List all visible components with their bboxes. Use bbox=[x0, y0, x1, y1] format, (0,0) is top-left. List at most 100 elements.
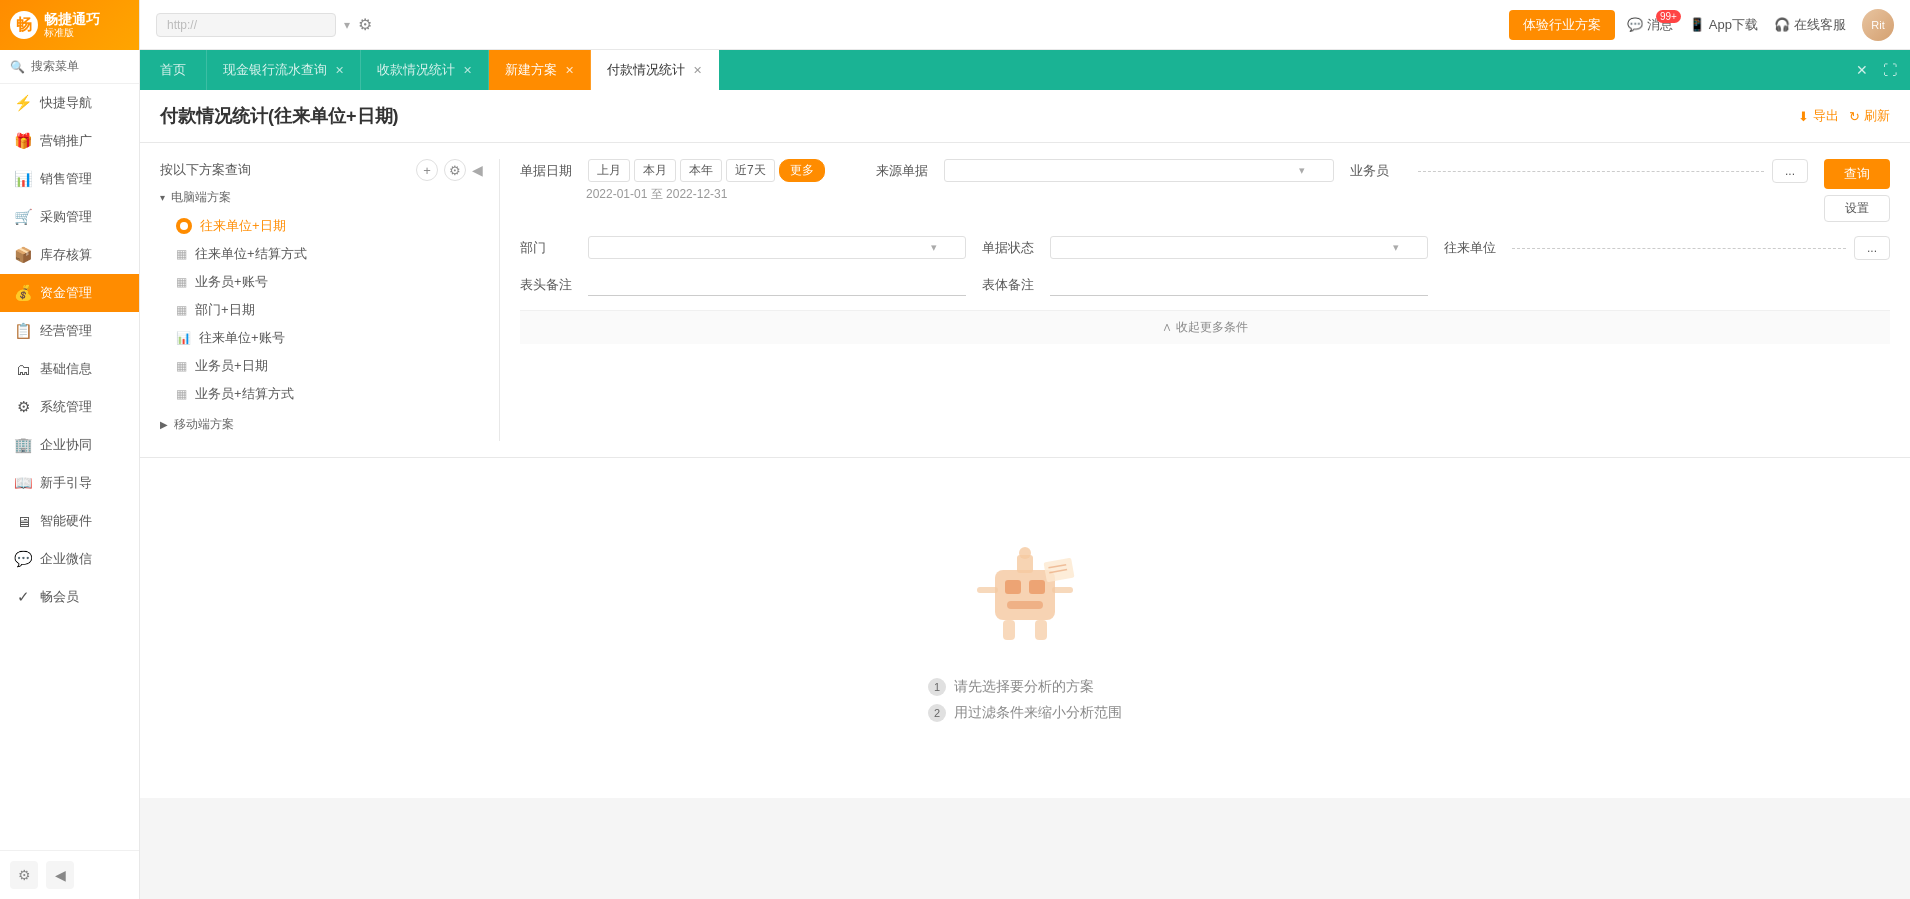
tab-close-all-btn[interactable]: ✕ bbox=[1850, 58, 1874, 82]
scheme-table-icon-1: ▦ bbox=[176, 247, 187, 261]
message-btn[interactable]: 💬 消息 99+ bbox=[1627, 16, 1673, 34]
scheme-active-icon bbox=[176, 218, 192, 234]
sidebar-collapse-btn[interactable]: ◀ bbox=[46, 861, 74, 889]
sidebar-settings-btn[interactable]: ⚙ bbox=[10, 861, 38, 889]
sidebar-item-inventory[interactable]: 📦 库存核算 bbox=[0, 236, 139, 274]
sidebar-search[interactable]: 🔍 搜索菜单 bbox=[0, 50, 139, 84]
sidebar-item-system[interactable]: ⚙ 系统管理 bbox=[0, 388, 139, 426]
date-filter: 单据日期 上月 本月 本年 近7天 更多 bbox=[520, 159, 860, 182]
tab-home[interactable]: 首页 bbox=[140, 50, 207, 90]
operation-icon: 📋 bbox=[14, 322, 32, 340]
tab-bank-flow[interactable]: 现金银行流水查询 ✕ bbox=[207, 50, 361, 90]
date-btn-this-month[interactable]: 本月 bbox=[634, 159, 676, 182]
export-btn[interactable]: ⬇ 导出 bbox=[1798, 107, 1839, 125]
sidebar-header: 畅 畅捷通巧 标准版 bbox=[0, 0, 139, 50]
svg-rect-2 bbox=[1029, 580, 1045, 594]
system-icon: ⚙ bbox=[14, 398, 32, 416]
page-header: 付款情况统计(往来单位+日期) ⬇ 导出 ↻ 刷新 bbox=[140, 90, 1910, 143]
sidebar-item-hardware[interactable]: 🖥 智能硬件 bbox=[0, 502, 139, 540]
dept-select[interactable]: ▾ bbox=[588, 236, 966, 259]
tab-close-new-scheme[interactable]: ✕ bbox=[565, 64, 574, 77]
sidebar-item-quick-nav[interactable]: ⚡ 快捷导航 bbox=[0, 84, 139, 122]
empty-tips: 1 请先选择要分析的方案 2 用过滤条件来缩小分析范围 bbox=[928, 678, 1122, 722]
address-bar[interactable]: http:// bbox=[156, 13, 336, 37]
sales-icon: 📊 bbox=[14, 170, 32, 188]
staff-more-btn[interactable]: ... bbox=[1772, 159, 1808, 183]
sidebar-item-operation[interactable]: 📋 经营管理 bbox=[0, 312, 139, 350]
scheme-item-dept-date[interactable]: ▦ 部门+日期 bbox=[160, 296, 483, 324]
basic-info-icon: 🗂 bbox=[14, 361, 32, 378]
scheme-panel: 按以下方案查询 + ⚙ ◀ ▾ 电脑端方案 bbox=[160, 159, 500, 441]
scheme-add-btn[interactable]: + bbox=[416, 159, 438, 181]
svg-rect-10 bbox=[1043, 557, 1074, 582]
sidebar-item-finance[interactable]: 💰 资金管理 bbox=[0, 274, 139, 312]
tab-payment-stat[interactable]: 付款情况统计 ✕ bbox=[591, 50, 719, 90]
scheme-table-icon-5: ▦ bbox=[176, 387, 187, 401]
pc-group-title[interactable]: ▾ 电脑端方案 bbox=[160, 189, 483, 206]
date-options: 上月 本月 本年 近7天 更多 bbox=[588, 159, 825, 182]
online-service-btn[interactable]: 🎧 在线客服 bbox=[1774, 16, 1846, 34]
sidebar-item-purchase[interactable]: 🛒 采购管理 bbox=[0, 198, 139, 236]
headset-icon: 🎧 bbox=[1774, 17, 1790, 32]
date-btn-more[interactable]: 更多 bbox=[779, 159, 825, 182]
action-btns: 查询 设置 bbox=[1824, 159, 1890, 222]
scheme-item-staff-settle[interactable]: ▦ 业务员+结算方式 bbox=[160, 380, 483, 408]
doc-status-select[interactable]: ▾ bbox=[1050, 236, 1428, 259]
date-btn-last-month[interactable]: 上月 bbox=[588, 159, 630, 182]
scheme-item-staff-date[interactable]: ▦ 业务员+日期 bbox=[160, 352, 483, 380]
tab-close-payment-stat[interactable]: ✕ bbox=[693, 64, 702, 77]
mobile-group-title[interactable]: ▶ 移动端方案 bbox=[160, 416, 483, 433]
scheme-item-unit-date[interactable]: 往来单位+日期 bbox=[160, 212, 483, 240]
tab-new-scheme[interactable]: 新建方案 ✕ bbox=[489, 50, 591, 90]
mobile-group-arrow-icon: ▶ bbox=[160, 419, 168, 430]
scheme-item-unit-account[interactable]: 📊 往来单位+账号 bbox=[160, 324, 483, 352]
user-avatar[interactable]: Rit bbox=[1862, 9, 1894, 41]
sidebar-item-vip[interactable]: ✓ 畅会员 bbox=[0, 578, 139, 616]
scheme-collapse-btn[interactable]: ◀ bbox=[472, 162, 483, 178]
sidebar-item-enterprise[interactable]: 🏢 企业协同 bbox=[0, 426, 139, 464]
refresh-btn[interactable]: ↻ 刷新 bbox=[1849, 107, 1890, 125]
sidebar-item-guide[interactable]: 📖 新手引导 bbox=[0, 464, 139, 502]
filter-row-1: 单据日期 上月 本月 本年 近7天 更多 2022-01-01 至 2022-1… bbox=[520, 159, 1890, 222]
filter-row-3: 表头备注 表体备注 bbox=[520, 274, 1890, 296]
header-note-filter: 表头备注 bbox=[520, 274, 966, 296]
trial-btn[interactable]: 体验行业方案 bbox=[1509, 10, 1615, 40]
scheme-item-staff-account[interactable]: ▦ 业务员+账号 bbox=[160, 268, 483, 296]
page-content: 付款情况统计(往来单位+日期) ⬇ 导出 ↻ 刷新 按以下方案查询 + bbox=[140, 90, 1910, 899]
topbar-settings-icon[interactable]: ⚙ bbox=[358, 15, 372, 34]
sidebar-item-sales[interactable]: 📊 销售管理 bbox=[0, 160, 139, 198]
body-note-filter: 表体备注 bbox=[982, 274, 1428, 296]
doc-status-chevron-icon: ▾ bbox=[1393, 241, 1399, 254]
purchase-icon: 🛒 bbox=[14, 208, 32, 226]
sidebar-item-basic-info[interactable]: 🗂 基础信息 bbox=[0, 350, 139, 388]
collapse-more-btn[interactable]: ∧ 收起更多条件 bbox=[520, 310, 1890, 344]
address-chevron-icon[interactable]: ▾ bbox=[344, 18, 350, 32]
tab-close-bank-flow[interactable]: ✕ bbox=[335, 64, 344, 77]
partner-more-btn[interactable]: ... bbox=[1854, 236, 1890, 260]
source-chevron-icon: ▾ bbox=[1299, 164, 1305, 177]
scheme-settings-btn[interactable]: ⚙ bbox=[444, 159, 466, 181]
sidebar-item-wechat[interactable]: 💬 企业微信 bbox=[0, 540, 139, 578]
date-btn-this-year[interactable]: 本年 bbox=[680, 159, 722, 182]
scheme-table-icon-4: ▦ bbox=[176, 359, 187, 373]
dept-filter: 部门 ▾ bbox=[520, 236, 966, 259]
tab-expand-btn[interactable]: ⛶ bbox=[1878, 58, 1902, 82]
guide-icon: 📖 bbox=[14, 474, 32, 492]
query-btn[interactable]: 查询 bbox=[1824, 159, 1890, 189]
app-download-btn[interactable]: 📱 App下载 bbox=[1689, 16, 1758, 34]
settings-btn[interactable]: 设置 bbox=[1824, 195, 1890, 222]
tab-close-receipt-stat[interactable]: ✕ bbox=[463, 64, 472, 77]
filter-fields: 单据日期 上月 本月 本年 近7天 更多 2022-01-01 至 2022-1… bbox=[500, 159, 1890, 441]
tab-receipt-stat[interactable]: 收款情况统计 ✕ bbox=[361, 50, 489, 90]
refresh-icon: ↻ bbox=[1849, 109, 1860, 124]
source-filter: 来源单据 ▾ bbox=[876, 159, 1334, 182]
staff-filter: 业务员 ... bbox=[1350, 159, 1808, 183]
export-icon: ⬇ bbox=[1798, 109, 1809, 124]
sidebar-item-marketing[interactable]: 🎁 营销推广 bbox=[0, 122, 139, 160]
scheme-item-unit-settle[interactable]: ▦ 往来单位+结算方式 bbox=[160, 240, 483, 268]
date-btn-last-7[interactable]: 近7天 bbox=[726, 159, 775, 182]
source-select[interactable]: ▾ bbox=[944, 159, 1334, 182]
date-range-display: 2022-01-01 至 2022-12-31 bbox=[586, 187, 727, 201]
tabbar-right-btns: ✕ ⛶ bbox=[1842, 50, 1910, 90]
svg-rect-8 bbox=[1003, 620, 1015, 640]
